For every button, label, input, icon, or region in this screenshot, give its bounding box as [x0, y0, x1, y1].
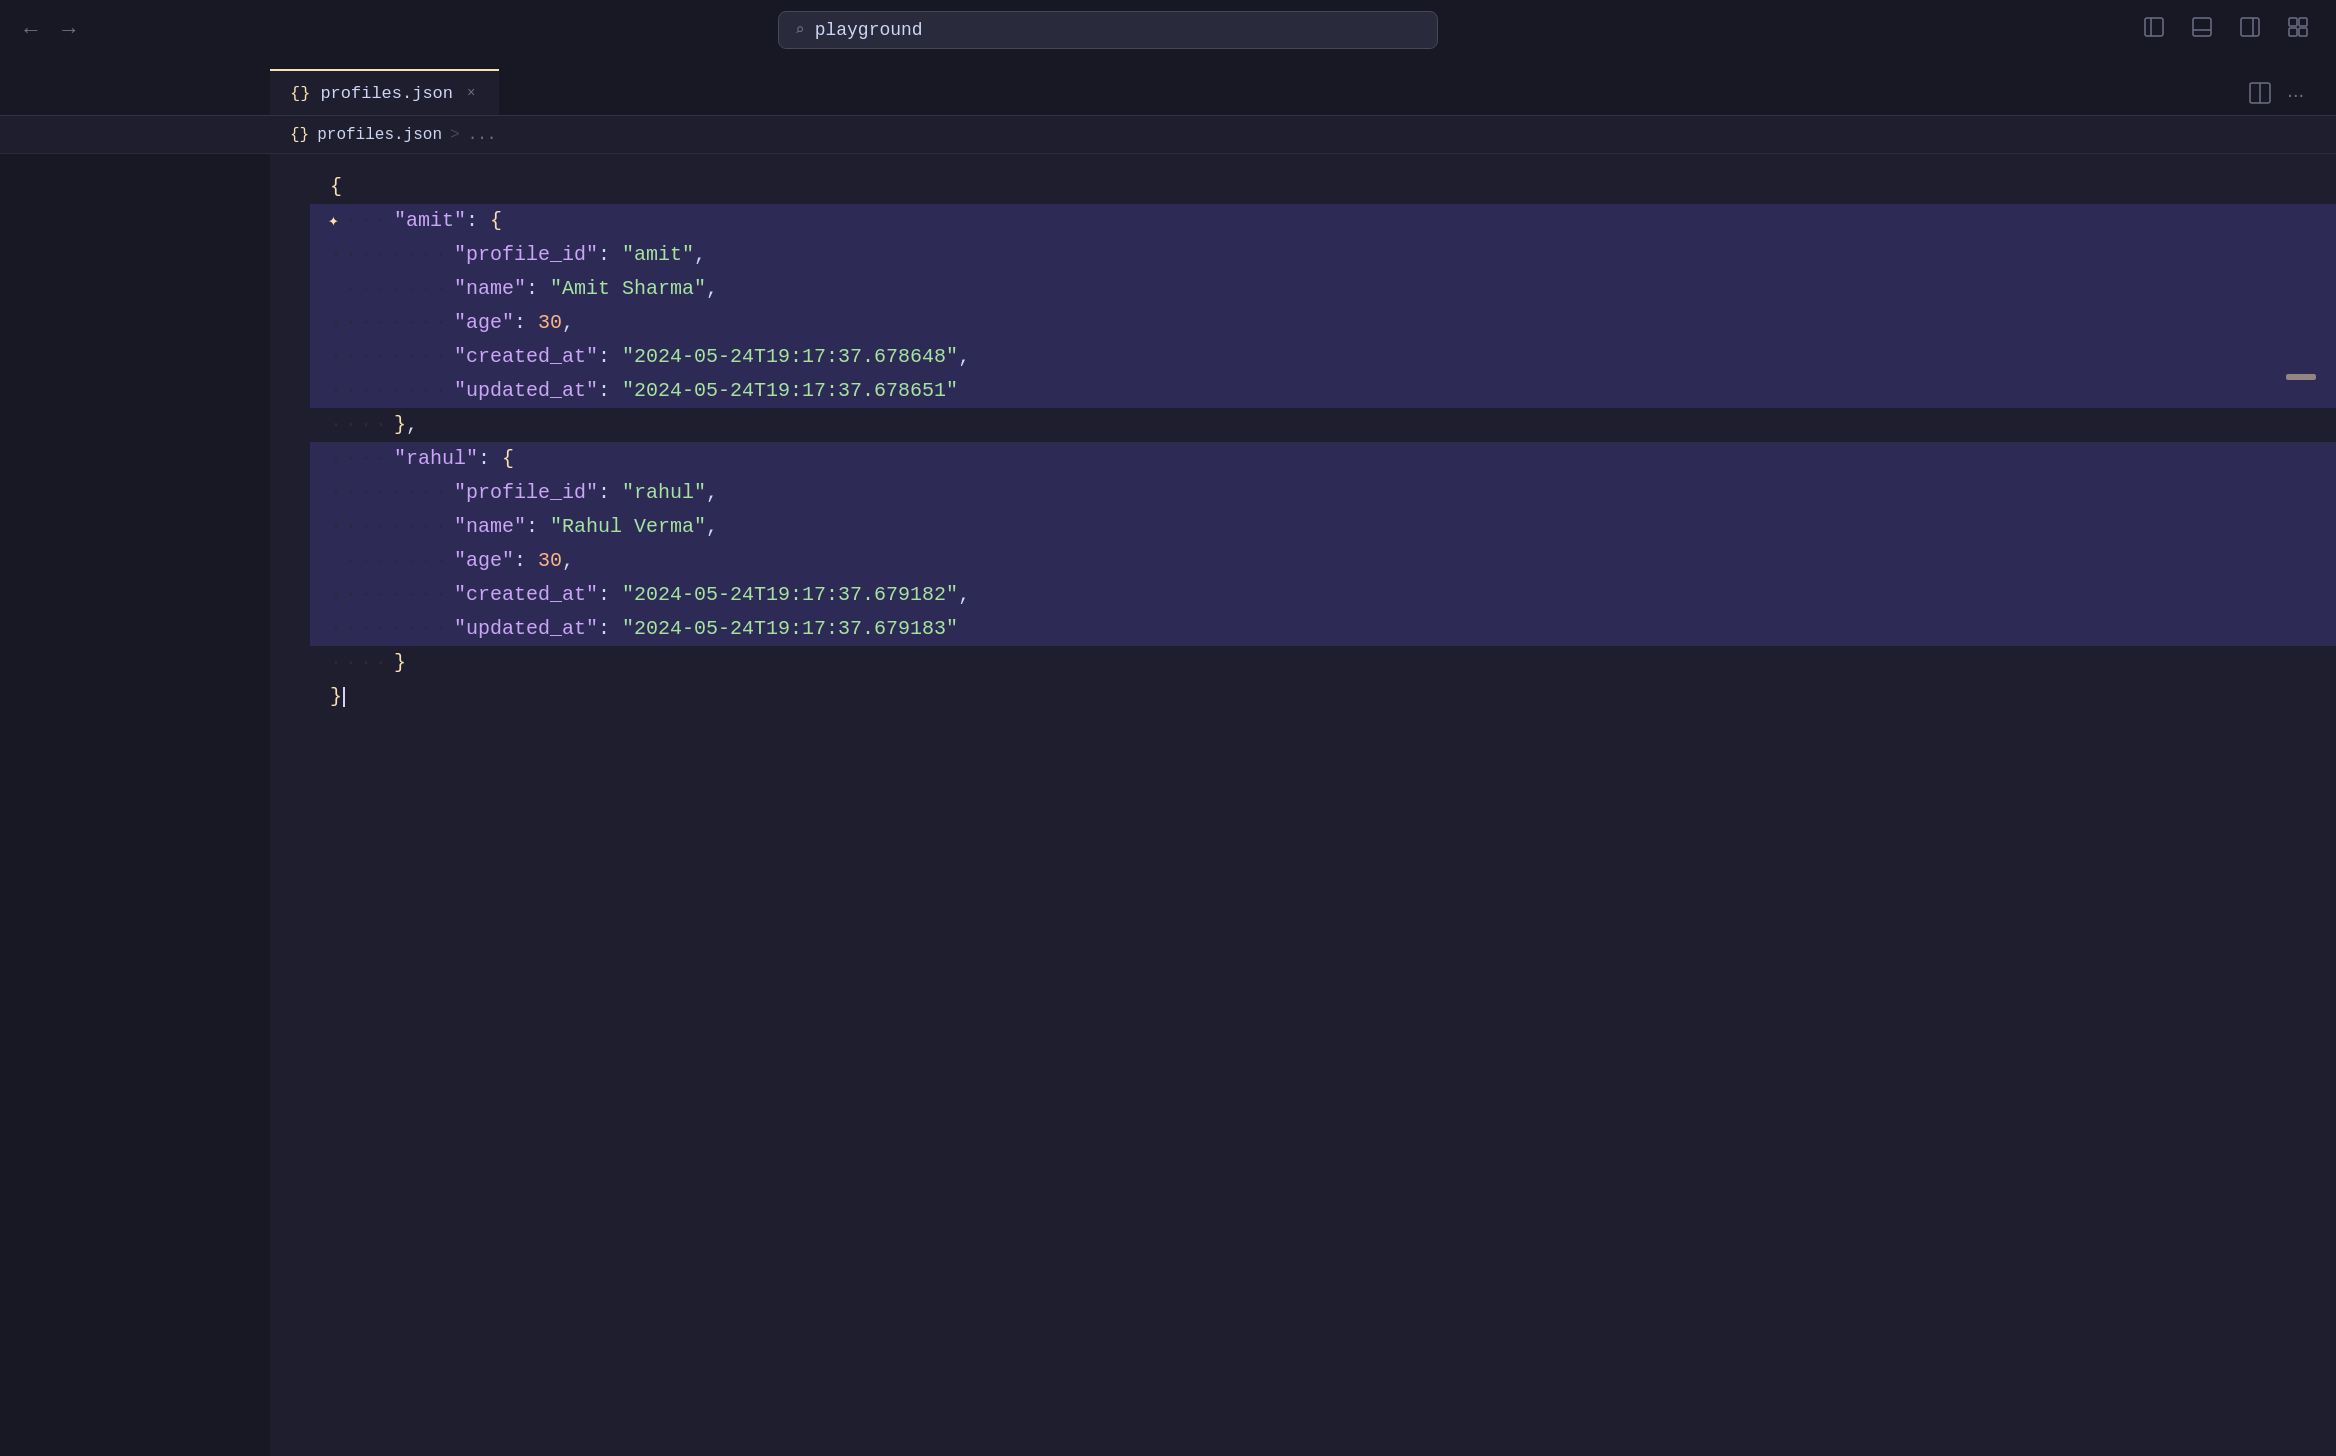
svg-rect-4	[2241, 18, 2259, 36]
indent-dots-3: ········	[330, 238, 450, 272]
code-line-11: ········ "name": "Rahul Verma",	[310, 510, 2336, 544]
file-tab[interactable]: {} profiles.json ×	[270, 69, 499, 115]
tab-close-button[interactable]: ×	[463, 83, 479, 103]
indent-dots-13: ········	[330, 578, 450, 612]
code-line-8: ···· },	[310, 408, 2336, 442]
code-line-10: ········ "profile_id": "rahul",	[310, 476, 2336, 510]
indent-dots-6: ········	[330, 340, 450, 374]
editor-content[interactable]: { ···· ✦ "amit": { ········ "profile_id"…	[270, 154, 2336, 1456]
code-line-12: ········ "age": 30,	[310, 544, 2336, 578]
svg-rect-8	[2289, 28, 2297, 36]
svg-rect-9	[2299, 28, 2307, 36]
breadcrumb-json-icon: {}	[290, 126, 309, 144]
layout-sidebar-button[interactable]	[2136, 9, 2172, 51]
svg-rect-6	[2289, 18, 2297, 26]
indent-dots-10: ········	[330, 476, 450, 510]
code-line-15: ···· }	[310, 646, 2336, 680]
indent-dots-12: ········	[330, 544, 450, 578]
code-line-7: ········ "updated_at": "2024-05-24T19:17…	[310, 374, 2336, 408]
svg-rect-0	[2145, 18, 2163, 36]
search-bar[interactable]: ⌕ playground	[778, 11, 1438, 49]
nav-forward-button[interactable]: →	[58, 17, 80, 43]
layout-panel-button[interactable]	[2184, 9, 2220, 51]
titlebar-actions	[2136, 9, 2316, 51]
indent-dots-4: ········	[330, 272, 450, 306]
editor-area: { ···· ✦ "amit": { ········ "profile_id"…	[0, 154, 2336, 1456]
more-actions-button[interactable]: ···	[2287, 83, 2304, 106]
code-line-1: {	[310, 170, 2336, 204]
breadcrumb-dots: ...	[468, 126, 497, 144]
code-line-3: ········ "profile_id": "amit",	[310, 238, 2336, 272]
svg-rect-2	[2193, 18, 2211, 36]
tab-label: profiles.json	[320, 84, 453, 103]
layout-grid-button[interactable]	[2280, 9, 2316, 51]
code-line-2: ···· ✦ "amit": {	[310, 204, 2336, 238]
code-line-14: ········ "updated_at": "2024-05-24T19:17…	[310, 612, 2336, 646]
code-editor: { ···· ✦ "amit": { ········ "profile_id"…	[270, 170, 2336, 714]
svg-rect-7	[2299, 18, 2307, 26]
indent-dots-7: ········	[330, 374, 450, 408]
code-line-4: ········ "name": "Amit Sharma",	[310, 272, 2336, 306]
indent-dots-5: ········	[330, 306, 450, 340]
layout-right-sidebar-button[interactable]	[2232, 9, 2268, 51]
nav-controls: ← →	[20, 17, 80, 43]
split-editor-button[interactable]	[2249, 82, 2271, 107]
code-line-13: ········ "created_at": "2024-05-24T19:17…	[310, 578, 2336, 612]
indent-dots-15: ····	[330, 646, 390, 680]
key-amit: "amit"	[394, 204, 466, 238]
text-cursor	[343, 687, 345, 707]
breadcrumb-separator: >	[450, 126, 460, 144]
breadcrumb-file[interactable]: profiles.json	[317, 126, 442, 144]
breadcrumb: {} profiles.json > ...	[0, 116, 2336, 154]
indent-dots-2: ····	[330, 204, 390, 238]
indent-dots-11: ········	[330, 510, 450, 544]
scrollbar-indicator	[2286, 374, 2316, 380]
indent-dots-14: ········	[330, 612, 450, 646]
code-line-5: ········ "age": 30,	[310, 306, 2336, 340]
code-line-16: }	[310, 680, 2336, 714]
indent-dots-8: ····	[330, 408, 390, 442]
search-icon: ⌕	[795, 20, 805, 40]
json-file-icon: {}	[290, 84, 310, 103]
nav-back-button[interactable]: ←	[20, 17, 42, 43]
search-text: playground	[815, 20, 923, 40]
activity-sidebar	[0, 154, 270, 1456]
indent-dots-9: ····	[330, 442, 390, 476]
code-line-6: ········ "created_at": "2024-05-24T19:17…	[310, 340, 2336, 374]
titlebar: ← → ⌕ playground	[0, 0, 2336, 60]
code-line-9: ···· "rahul": {	[310, 442, 2336, 476]
sparkle-icon: ✦	[328, 206, 339, 237]
